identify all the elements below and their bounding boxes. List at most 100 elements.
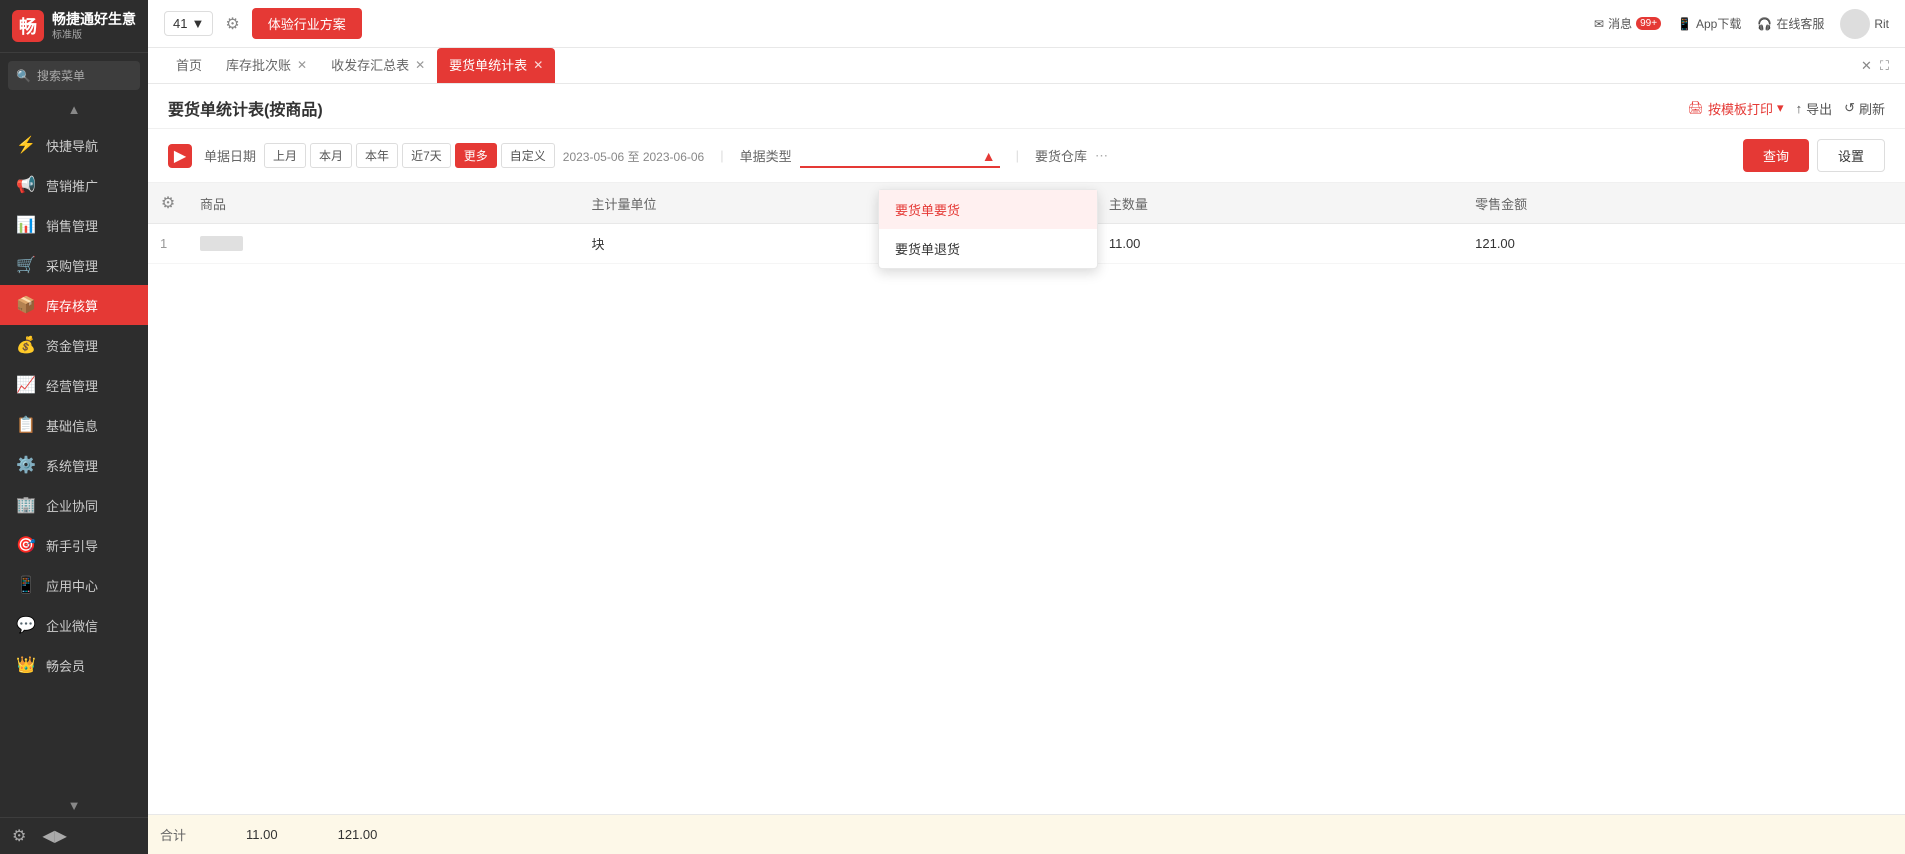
close-all-tabs: ✕ ⛶ (1861, 58, 1889, 74)
maximize-icon[interactable]: ⛶ (1880, 58, 1889, 74)
sidebar-item-purchase[interactable]: 🛒 采购管理 (0, 245, 148, 285)
store-name: 41 (173, 16, 187, 31)
app-download-btn[interactable]: 📱 App下载 (1677, 15, 1741, 32)
avatar-img (1840, 9, 1870, 39)
warehouse-more-btn[interactable]: ⋯ (1095, 148, 1108, 164)
table-footer: 合计 11.00 121.00 (148, 814, 1905, 854)
row-amount: 121.00 (1463, 224, 1905, 264)
sidebar-search[interactable]: 🔍 搜索菜单 (8, 61, 140, 90)
scroll-up-btn[interactable]: ▲ (0, 98, 148, 121)
operations-icon: 📈 (16, 375, 36, 395)
export-btn[interactable]: ↑ 导出 (1796, 99, 1833, 118)
scroll-down-btn[interactable]: ▼ (0, 794, 148, 817)
logo-text: 畅捷通好生意 标准版 (52, 10, 136, 41)
sidebar-item-operations[interactable]: 📈 经营管理 (0, 365, 148, 405)
sidebar-item-sales[interactable]: 📊 销售管理 (0, 205, 148, 245)
close-tab-inventory-batch[interactable]: ✕ (297, 58, 307, 72)
dropdown-item-order-purchase[interactable]: 要货单要货 (879, 190, 1097, 229)
enterprise-icon: 🏢 (16, 495, 36, 515)
date-btn-custom[interactable]: 自定义 (501, 143, 555, 168)
logo-area: 畅 畅捷通好生意 标准版 (0, 0, 148, 53)
dropdown-item-order-return[interactable]: 要货单退货 (879, 229, 1097, 268)
warehouse-filter-group: 要货仓库 ⋯ (1035, 146, 1108, 165)
query-btn[interactable]: 查询 (1743, 139, 1809, 172)
filter-separator-2: | (1016, 148, 1019, 163)
date-btn-last-7-days[interactable]: 近7天 (402, 143, 451, 168)
date-buttons: 上月 本月 本年 近7天 更多 自定义 (264, 143, 555, 168)
type-filter-group: 单据类型 ▲ (740, 143, 1000, 168)
type-clear-btn[interactable]: ▲ (982, 148, 996, 164)
table-settings-icon[interactable]: ⚙ (161, 195, 175, 212)
col-settings: ⚙ (148, 183, 188, 224)
filter-actions: 查询 设置 (1743, 139, 1885, 172)
date-btn-this-year[interactable]: 本年 (356, 143, 398, 168)
close-tab-receive-summary[interactable]: ✕ (415, 58, 425, 72)
sidebar-item-enterprise[interactable]: 🏢 企业协同 (0, 485, 148, 525)
message-btn[interactable]: ✉ 消息 99+ (1594, 15, 1661, 32)
date-btn-more[interactable]: 更多 (455, 143, 497, 168)
sidebar-item-wechat[interactable]: 💬 企业微信 (0, 605, 148, 645)
col-quantity: 主数量 (1097, 183, 1463, 224)
sidebar-item-marketing[interactable]: 📢 营销推广 (0, 165, 148, 205)
sales-icon: 📊 (16, 215, 36, 235)
col-amount: 零售金额 (1463, 183, 1905, 224)
app-center-icon: 📱 (16, 575, 36, 595)
sidebar-item-member[interactable]: 👑 畅会员 (0, 645, 148, 685)
filter-expand-btn[interactable]: ▶ (168, 144, 192, 168)
blurred-product-name (200, 236, 243, 251)
print-btn[interactable]: 🖨 按模板打印 ▾ (1688, 99, 1784, 118)
member-icon: 👑 (16, 655, 36, 675)
trial-btn[interactable]: 体验行业方案 (252, 8, 362, 39)
topbar-settings-icon[interactable]: ⚙ (225, 14, 239, 34)
export-icon: ↑ (1796, 101, 1803, 116)
app-icon: 📱 (1677, 17, 1692, 31)
sidebar-item-guide[interactable]: 🎯 新手引导 (0, 525, 148, 565)
collapse-btn[interactable]: ◀▶ (42, 826, 67, 846)
sidebar-item-system[interactable]: ⚙️ 系统管理 (0, 445, 148, 485)
col-product: 商品 (188, 183, 579, 224)
page-content: 要货单统计表(按商品) 🖨 按模板打印 ▾ ↑ 导出 ↺ 刷新 ▶ (148, 84, 1905, 854)
type-input[interactable] (800, 143, 1000, 168)
search-icon: 🔍 (16, 69, 31, 83)
row-num: 1 (148, 224, 188, 264)
set-btn[interactable]: 设置 (1817, 139, 1885, 172)
sidebar: 畅 畅捷通好生意 标准版 🔍 搜索菜单 ▲ ⚡ 快捷导航 📢 营销推广 📊 销售… (0, 0, 148, 854)
close-all-icon[interactable]: ✕ (1861, 58, 1872, 74)
quick-nav-icon: ⚡ (16, 135, 36, 155)
page-header: 要货单统计表(按商品) 🖨 按模板打印 ▾ ↑ 导出 ↺ 刷新 (148, 84, 1905, 129)
date-btn-last-month[interactable]: 上月 (264, 143, 306, 168)
row-quantity: 11.00 (1097, 224, 1463, 264)
tabs-bar: 首页 库存批次账 ✕ 收发存汇总表 ✕ 要货单统计表 ✕ ✕ ⛶ (148, 48, 1905, 84)
settings-bottom-btn[interactable]: ⚙ (12, 826, 26, 846)
tab-receive-summary[interactable]: 收发存汇总表 ✕ (319, 48, 437, 83)
service-btn[interactable]: 🎧 在线客服 (1757, 15, 1824, 32)
sidebar-item-app-center[interactable]: 📱 应用中心 (0, 565, 148, 605)
topbar-right: ✉ 消息 99+ 📱 App下载 🎧 在线客服 Rit (1594, 9, 1889, 39)
store-selector[interactable]: 41 ▼ (164, 11, 213, 36)
close-tab-order-stats[interactable]: ✕ (533, 58, 543, 72)
date-btn-this-month[interactable]: 本月 (310, 143, 352, 168)
sidebar-nav: ⚡ 快捷导航 📢 营销推广 📊 销售管理 🛒 采购管理 📦 库存核算 💰 资金管… (0, 121, 148, 794)
tab-order-stats[interactable]: 要货单统计表 ✕ (437, 48, 555, 83)
chevron-down-icon: ▼ (191, 16, 204, 31)
tab-home[interactable]: 首页 (164, 48, 214, 83)
type-dropdown: 要货单要货 要货单退货 (878, 189, 1098, 269)
sidebar-item-inventory[interactable]: 📦 库存核算 (0, 285, 148, 325)
inventory-icon: 📦 (16, 295, 36, 315)
sidebar-item-basic[interactable]: 📋 基础信息 (0, 405, 148, 445)
marketing-icon: 📢 (16, 175, 36, 195)
refresh-btn[interactable]: ↺ 刷新 (1844, 99, 1885, 118)
sidebar-item-finance[interactable]: 💰 资金管理 (0, 325, 148, 365)
topbar: 41 ▼ ⚙ 体验行业方案 ✉ 消息 99+ 📱 App下载 🎧 在线客服 R (148, 0, 1905, 48)
sidebar-bottom: ⚙ ◀▶ (0, 817, 148, 854)
sidebar-item-quick-nav[interactable]: ⚡ 快捷导航 (0, 125, 148, 165)
guide-icon: 🎯 (16, 535, 36, 555)
filter-bar: ▶ 单据日期 上月 本月 本年 近7天 更多 自定义 2023-05-06 至 … (148, 129, 1905, 183)
refresh-icon: ↺ (1844, 100, 1855, 116)
tab-inventory-batch[interactable]: 库存批次账 ✕ (214, 48, 319, 83)
type-input-wrapper: ▲ (800, 143, 1000, 168)
table-container: ⚙ 商品 主计量单位 主数量 零售金额 1 (148, 183, 1905, 814)
wechat-icon: 💬 (16, 615, 36, 635)
user-avatar[interactable]: Rit (1840, 9, 1889, 39)
system-icon: ⚙️ (16, 455, 36, 475)
